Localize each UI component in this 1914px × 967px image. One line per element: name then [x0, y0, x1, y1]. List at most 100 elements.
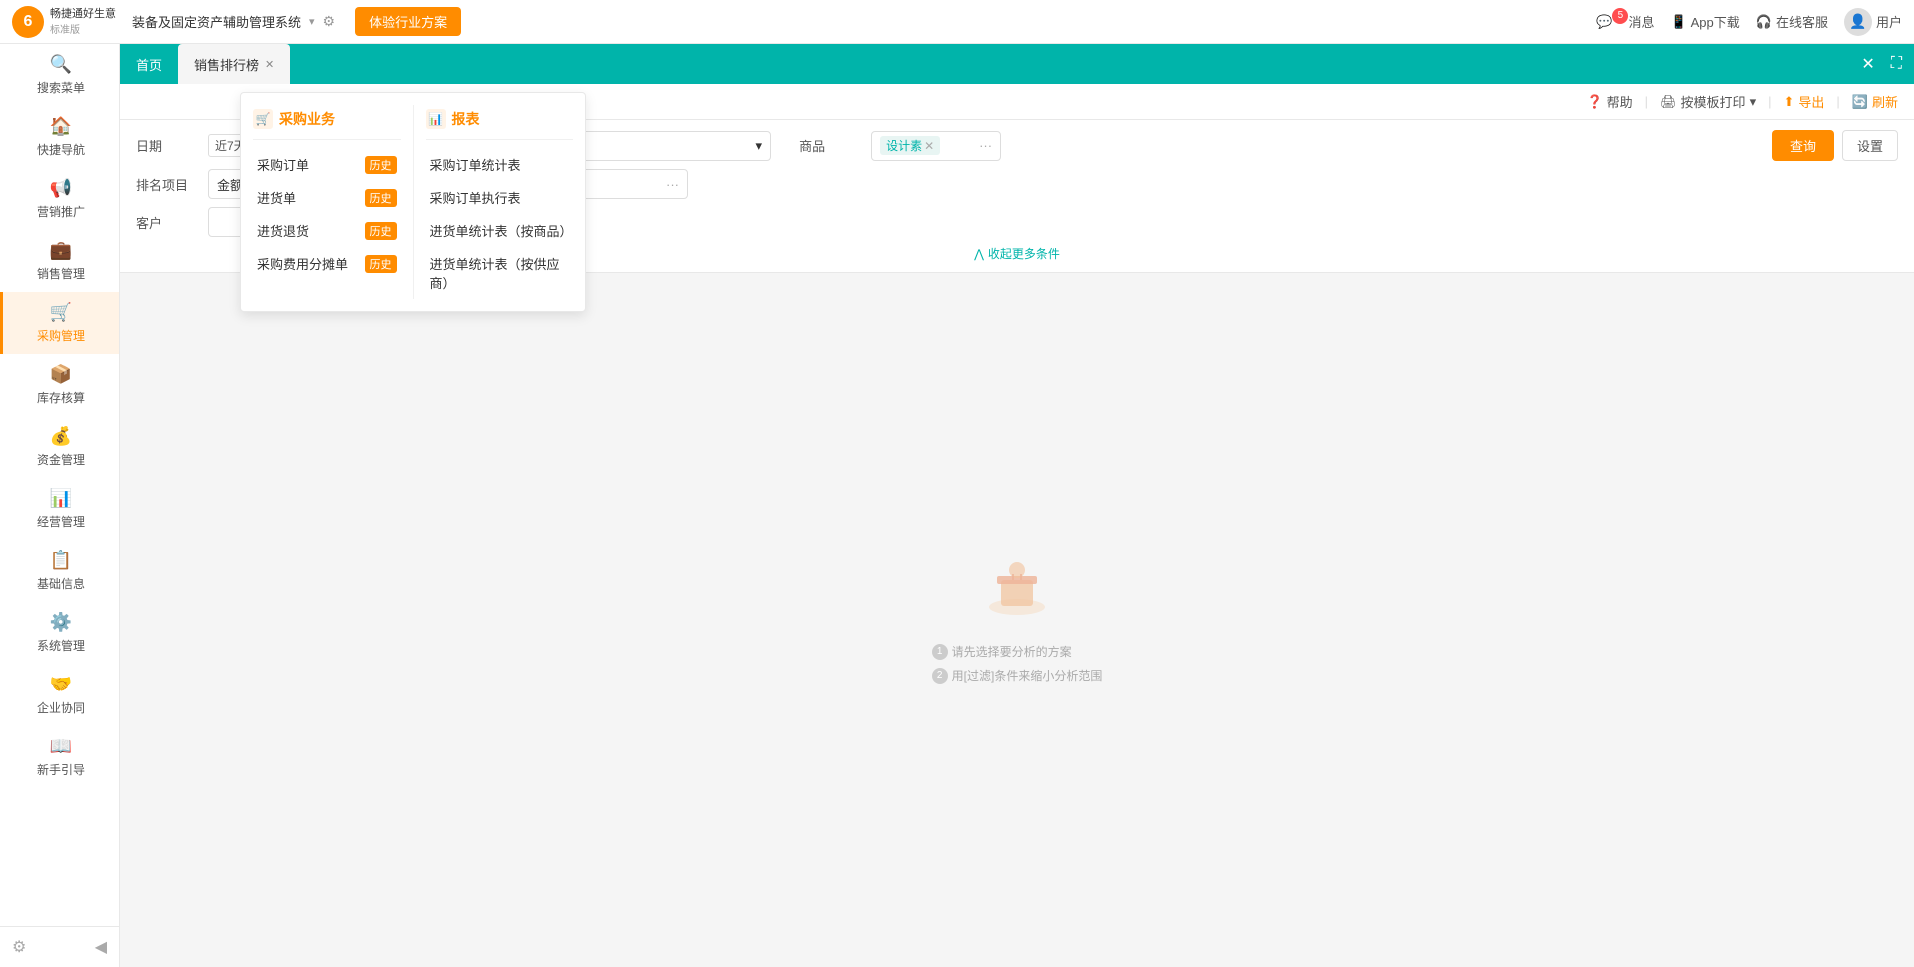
- menu-item-goods-stat-by-product[interactable]: 进货单统计表（按商品）: [426, 214, 574, 247]
- sidebar-item-search[interactable]: 🔍 搜索菜单: [0, 44, 119, 106]
- online-service-label: 在线客服: [1776, 12, 1828, 31]
- query-btn[interactable]: 查询: [1772, 130, 1834, 161]
- menu-item-label: 采购费用分摊单: [257, 254, 348, 273]
- tab-controls: ✕ ⛶: [1857, 52, 1914, 76]
- guide-icon: 📖: [50, 736, 72, 757]
- message-item[interactable]: 💬 5 消息: [1596, 12, 1654, 31]
- date-label: 日期: [136, 136, 196, 155]
- empty-hints: 1 请先选择要分析的方案 2 用[过滤]条件来缩小分析范围: [932, 640, 1103, 688]
- dropdown-col2-header: 📊 报表: [426, 105, 574, 140]
- sidebar-item-operation[interactable]: 📊 经营管理: [0, 478, 119, 540]
- tab-sales-rank-label: 销售排行榜: [194, 55, 259, 74]
- menu-item-purchase-expense[interactable]: 采购费用分摊单 历史: [253, 247, 401, 280]
- print-label: 按模板打印: [1681, 92, 1746, 111]
- system-icon: ⚙️: [50, 612, 72, 633]
- goods-label: 商品: [799, 136, 859, 155]
- user-label: 用户: [1876, 12, 1902, 31]
- sidebar-item-enterprise[interactable]: 🤝 企业协同: [0, 664, 119, 726]
- system-title-area: 装备及固定资产辅助管理系统 ▾ ⚙ 体验行业方案: [132, 7, 1596, 36]
- app-download-item[interactable]: 📱 App下载: [1670, 12, 1739, 31]
- tab-maximize-btn[interactable]: ⛶: [1887, 53, 1906, 75]
- divider1: |: [1645, 94, 1648, 109]
- export-label: 导出: [1798, 92, 1824, 111]
- export-btn[interactable]: ⬆ 导出: [1783, 92, 1824, 111]
- collapse-btn[interactable]: ⋀ 收起更多条件: [974, 245, 1060, 262]
- history-badge2: 历史: [365, 189, 397, 207]
- collapse-sidebar-icon[interactable]: ◀: [95, 937, 107, 957]
- menu-item-goods-receipt[interactable]: 进货单 历史: [253, 181, 401, 214]
- dropdown-col-report: 📊 报表 采购订单统计表 采购订单执行表 进货单统计表（按商品） 进货单统计表（…: [413, 105, 586, 299]
- sidebar-item-marketing[interactable]: 📢 营销推广: [0, 168, 119, 230]
- menu-item-goods-stat-by-supplier[interactable]: 进货单统计表（按供应商）: [426, 247, 574, 299]
- phone-icon: 📱: [1670, 14, 1686, 30]
- brand-name: 畅捷通好生意: [50, 7, 116, 21]
- sidebar-item-label: 新手引导: [37, 761, 85, 778]
- brand-text: 畅捷通好生意 标准版: [50, 7, 116, 36]
- history-badge3: 历史: [365, 222, 397, 240]
- sidebar-item-inventory[interactable]: 📦 库存核算: [0, 354, 119, 416]
- sidebar-item-label: 企业协同: [37, 699, 85, 716]
- tab-home[interactable]: 首页: [120, 44, 178, 84]
- menu-item-label: 进货单: [257, 188, 296, 207]
- hint-text-2: 用[过滤]条件来缩小分析范围: [952, 664, 1103, 688]
- home-icon: 🏠: [50, 116, 72, 137]
- purchase-icon: 🛒: [50, 302, 72, 323]
- sidebar-item-quicknav[interactable]: 🏠 快捷导航: [0, 106, 119, 168]
- menu-item-purchase-order-exec[interactable]: 采购订单执行表: [426, 181, 574, 214]
- gear-icon[interactable]: ⚙: [323, 13, 336, 30]
- voucher-status-select[interactable]: ▾: [571, 131, 771, 161]
- menu-item-goods-return[interactable]: 进货退货 历史: [253, 214, 401, 247]
- settings-btn[interactable]: 设置: [1842, 130, 1898, 161]
- operation-icon: 📊: [50, 488, 72, 509]
- rank-item-label: 排名项目: [136, 175, 196, 194]
- print-template-btn[interactable]: 🖨 按模板打印 ▾: [1660, 92, 1756, 111]
- tab-close-btn[interactable]: ✕: [1857, 52, 1878, 76]
- purchase-col-icon: 🛒: [253, 109, 273, 129]
- help-icon: ❓: [1586, 94, 1602, 110]
- menu-item-label: 采购订单统计表: [430, 155, 521, 174]
- goods-tag-close-icon[interactable]: ✕: [924, 139, 934, 153]
- sidebar-item-label: 采购管理: [37, 327, 85, 344]
- sidebar-item-label: 搜索菜单: [37, 79, 85, 96]
- hint-num-1: 1: [932, 644, 948, 660]
- menu-item-purchase-order[interactable]: 采购订单 历史: [253, 148, 401, 181]
- report-col-icon: 📊: [426, 109, 446, 129]
- system-title: 装备及固定资产辅助管理系统: [132, 12, 301, 31]
- sidebar-item-basic[interactable]: 📋 基础信息: [0, 540, 119, 602]
- sidebar-item-purchase[interactable]: 🛒 采购管理: [0, 292, 119, 354]
- empty-state: 1 请先选择要分析的方案 2 用[过滤]条件来缩小分析范围: [120, 273, 1914, 967]
- help-btn[interactable]: ❓ 帮助: [1586, 92, 1632, 111]
- refresh-btn[interactable]: 🔄 刷新: [1852, 92, 1898, 111]
- main-layout: 🔍 搜索菜单 🏠 快捷导航 📢 营销推广 💼 销售管理 🛒 采购管理 📦 库存核…: [0, 44, 1914, 967]
- headset-icon: 🎧: [1756, 14, 1772, 30]
- sidebar-item-system[interactable]: ⚙️ 系统管理: [0, 602, 119, 664]
- chevron-down-icon[interactable]: ▾: [309, 15, 315, 28]
- user-item[interactable]: 👤 用户: [1844, 8, 1902, 36]
- online-service-item[interactable]: 🎧 在线客服: [1756, 12, 1828, 31]
- menu-item-purchase-order-stat[interactable]: 采购订单统计表: [426, 148, 574, 181]
- sidebar-item-guide[interactable]: 📖 新手引导: [0, 726, 119, 788]
- tab-sales-rank[interactable]: 销售排行榜 ✕: [178, 44, 290, 84]
- menu-item-label: 进货单统计表（按商品）: [430, 221, 570, 240]
- sidebar-item-label: 经营管理: [37, 513, 85, 530]
- menu-item-label: 采购订单执行表: [430, 188, 521, 207]
- goods-select[interactable]: 设计素 ✕ ···: [871, 131, 1001, 161]
- settings-bottom-icon[interactable]: ⚙: [12, 937, 26, 957]
- hint-num-2: 2: [932, 668, 948, 684]
- salesman-dots[interactable]: ···: [666, 177, 679, 192]
- export-icon: ⬆: [1783, 94, 1794, 110]
- sidebar-item-label: 快捷导航: [37, 141, 85, 158]
- logo-area: 6 畅捷通好生意 标准版: [12, 6, 132, 38]
- refresh-label: 刷新: [1872, 92, 1898, 111]
- basic-icon: 📋: [50, 550, 72, 571]
- header-right: 💬 5 消息 📱 App下载 🎧 在线客服 👤 用户: [1596, 8, 1902, 36]
- goods-dots[interactable]: ···: [979, 138, 992, 153]
- top-header: 6 畅捷通好生意 标准版 装备及固定资产辅助管理系统 ▾ ⚙ 体验行业方案 💬 …: [0, 0, 1914, 44]
- collapse-icon: ⋀: [974, 247, 984, 261]
- tab-close-icon[interactable]: ✕: [265, 58, 274, 71]
- search-icon: 🔍: [50, 54, 72, 75]
- industry-btn[interactable]: 体验行业方案: [355, 7, 461, 36]
- sidebar-item-capital[interactable]: 💰 资金管理: [0, 416, 119, 478]
- sidebar-item-sales[interactable]: 💼 销售管理: [0, 230, 119, 292]
- refresh-icon: 🔄: [1852, 94, 1868, 110]
